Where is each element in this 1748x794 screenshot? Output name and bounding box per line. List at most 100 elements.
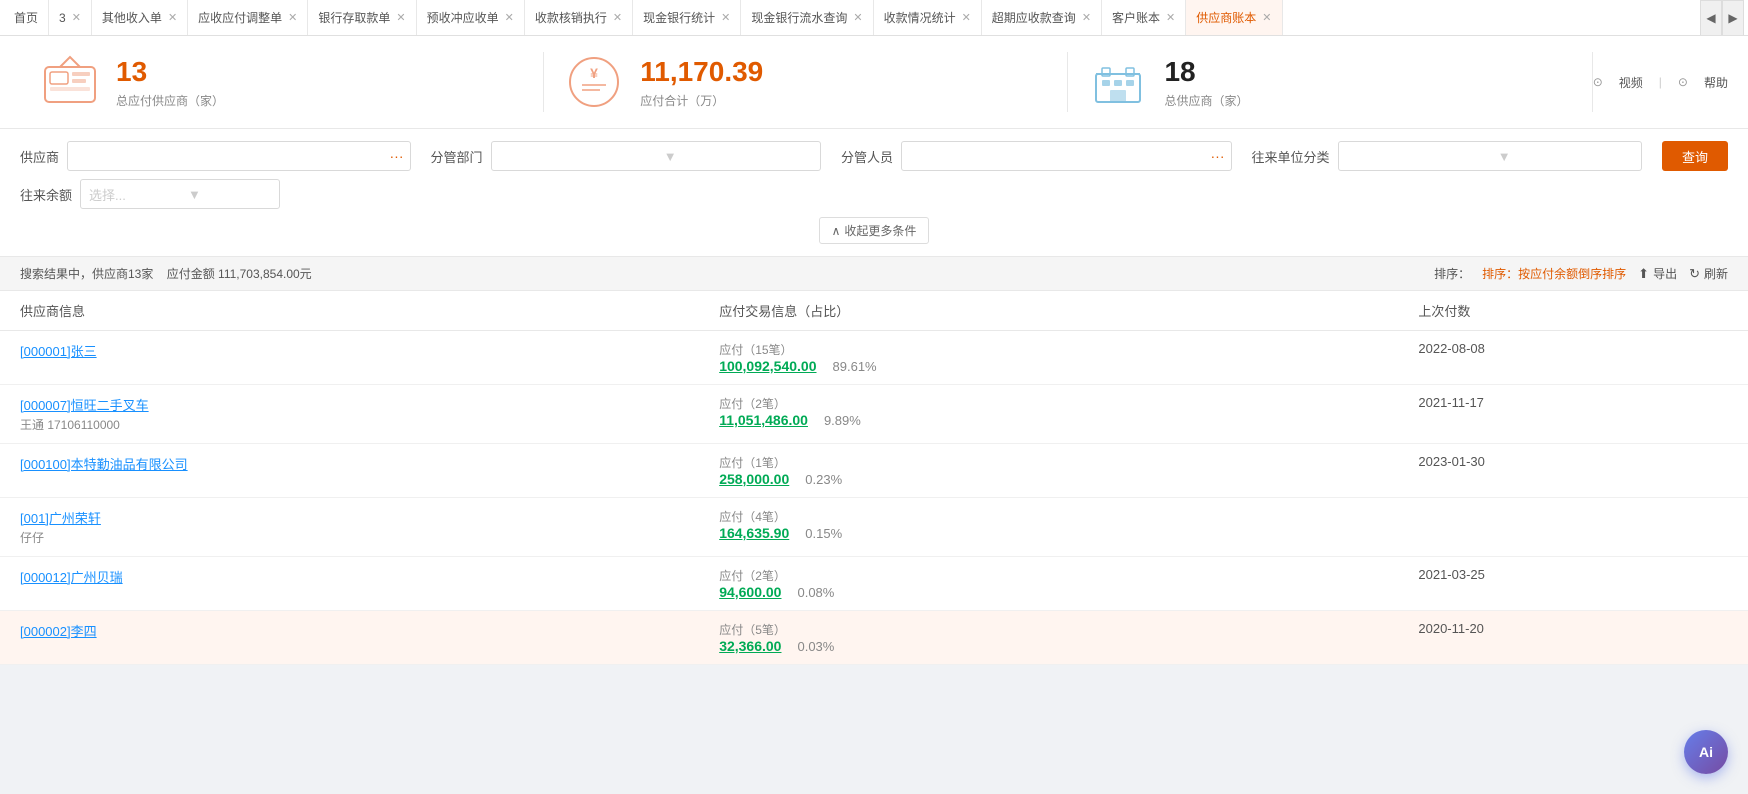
- nav-tab-receipt-stat[interactable]: 收款情况统计 ✕: [874, 0, 982, 36]
- nav-tab-receipt-stat-close[interactable]: ✕: [962, 11, 971, 24]
- nav-arrow-right[interactable]: ▶: [1722, 0, 1744, 36]
- svg-text:¥: ¥: [590, 65, 598, 81]
- col-supplier-info: 供应商信息: [0, 291, 699, 331]
- person-input-wrap[interactable]: ···: [901, 141, 1231, 171]
- nav-tab-supplier-ledger-close[interactable]: ✕: [1262, 11, 1271, 24]
- nav-tab-3-label: 3: [59, 11, 66, 25]
- nav-tab-customer-ledger[interactable]: 客户账本 ✕: [1102, 0, 1186, 36]
- nav-tab-other-income[interactable]: 其他收入单 ✕: [92, 0, 188, 36]
- person-input[interactable]: [902, 149, 1204, 164]
- nav-tab-supplier-ledger[interactable]: 供应商账本 ✕: [1186, 0, 1282, 36]
- result-info: 搜索结果中，供应商13家 应付金额 111,703,854.00元: [20, 265, 312, 282]
- filter-supplier: 供应商 ···: [20, 141, 411, 171]
- nav-tab-cash-bank-flow-close[interactable]: ✕: [853, 11, 862, 24]
- nav-tab-ar-ap-adjust[interactable]: 应收应付调整单 ✕: [188, 0, 308, 36]
- transaction-label: 应付（5笔）: [719, 621, 1378, 638]
- supplier-link[interactable]: [000001]张三: [20, 344, 97, 359]
- filter-balance: 往来余额 选择... ▼: [20, 179, 280, 209]
- sort-value[interactable]: 排序：按应付余额倒序排序: [1482, 265, 1626, 282]
- supplier-info-cell: [001]广州荣轩仔仔: [0, 498, 699, 557]
- category-select-wrap[interactable]: ▼: [1338, 141, 1642, 171]
- video-link[interactable]: 视频: [1619, 74, 1643, 91]
- nav-tab-customer-ledger-close[interactable]: ✕: [1166, 11, 1175, 24]
- nav-tab-overdue-ar[interactable]: 超期应收款查询 ✕: [982, 0, 1102, 36]
- transaction-label: 应付（1笔）: [719, 454, 1378, 471]
- nav-tab-receipt-verify-label: 收款核销执行: [535, 9, 607, 26]
- supplier-link[interactable]: [000012]广州贝瑞: [20, 570, 123, 585]
- nav-tab-bank-deposit-close[interactable]: ✕: [396, 11, 405, 24]
- sort-label: 排序：: [1434, 265, 1470, 282]
- nav-tab-cash-bank-stat-label: 现金银行统计: [643, 9, 715, 26]
- amount-link[interactable]: 11,051,486.00: [719, 412, 808, 428]
- nav-tab-3[interactable]: 3 ✕: [49, 0, 92, 36]
- nav-tab-receipt-verify[interactable]: 收款核销执行 ✕: [525, 0, 633, 36]
- transaction-info-cell: 应付（1笔）258,000.000.23%: [699, 444, 1398, 498]
- nav-tab-other-income-close[interactable]: ✕: [168, 11, 177, 24]
- supplier-icon: [40, 52, 100, 112]
- nav-tab-3-close[interactable]: ✕: [72, 11, 81, 24]
- col-transaction-info: 应付交易信息（占比）: [699, 291, 1398, 331]
- dept-filter-label: 分管部门: [431, 147, 483, 166]
- ai-button[interactable]: Ai: [1684, 730, 1728, 774]
- amount-link[interactable]: 100,092,540.00: [719, 358, 816, 374]
- refresh-icon: ↻: [1689, 266, 1700, 282]
- nav-tab-advance-ar-close[interactable]: ✕: [505, 11, 514, 24]
- supplier-dots-icon[interactable]: ···: [384, 148, 410, 164]
- nav-tab-overdue-ar-label: 超期应收款查询: [992, 9, 1076, 26]
- amount-link[interactable]: 164,635.90: [719, 525, 789, 541]
- supplier-input-wrap[interactable]: ···: [67, 141, 410, 171]
- data-table-wrap: 供应商信息 应付交易信息（占比） 上次付数 [000001]张三应付（15笔）1…: [0, 291, 1748, 665]
- nav-tab-other-income-label: 其他收入单: [102, 9, 162, 26]
- nav-tab-home[interactable]: 首页: [4, 0, 49, 36]
- nav-tab-ar-ap-adjust-close[interactable]: ✕: [288, 11, 297, 24]
- result-bar: 搜索结果中，供应商13家 应付金额 111,703,854.00元 排序： 排序…: [0, 257, 1748, 291]
- dept-select-wrap[interactable]: ▼: [491, 141, 821, 171]
- supplier-link[interactable]: [000002]李四: [20, 624, 97, 639]
- total-suppliers-label: 总供应商（家）: [1164, 92, 1248, 109]
- refresh-button[interactable]: ↻ 刷新: [1689, 265, 1728, 282]
- supplier-link[interactable]: [001]广州荣轩: [20, 511, 101, 526]
- summary-bar: 13 总应付供应商（家） ¥ 11,170.39 应付合计（万）: [0, 36, 1748, 129]
- nav-tab-overdue-ar-close[interactable]: ✕: [1082, 11, 1091, 24]
- nav-tab-bank-deposit[interactable]: 银行存取款单 ✕: [308, 0, 416, 36]
- amount-link[interactable]: 32,366.00: [719, 638, 781, 654]
- summary-content-total-suppliers: 18 总供应商（家）: [1164, 55, 1248, 110]
- nav-tab-advance-ar[interactable]: 预收冲应收单 ✕: [417, 0, 525, 36]
- percent-text: 89.61%: [833, 359, 877, 374]
- supplier-input[interactable]: [68, 149, 383, 164]
- payable-total-number: 11,170.39: [640, 55, 763, 89]
- transaction-info-cell: 应付（4笔）164,635.900.15%: [699, 498, 1398, 557]
- help-links: ⊙ 视频 | ⊙ 帮助: [1593, 74, 1728, 91]
- collapse-button[interactable]: ∧ 收起更多条件: [819, 217, 930, 244]
- amount-link[interactable]: 258,000.00: [719, 471, 789, 487]
- supplier-link[interactable]: [000007]恒旺二手叉车: [20, 398, 149, 413]
- balance-select-wrap[interactable]: 选择... ▼: [80, 179, 280, 209]
- supplier-link[interactable]: [000100]本特勤油品有限公司: [20, 457, 188, 472]
- help-link[interactable]: 帮助: [1704, 74, 1728, 91]
- query-button[interactable]: 查询: [1662, 141, 1728, 171]
- export-button[interactable]: ⬆ 导出: [1638, 265, 1677, 282]
- export-icon: ⬆: [1638, 266, 1649, 282]
- nav-tab-home-label: 首页: [14, 9, 38, 26]
- supplier-info-cell: [000012]广州贝瑞: [0, 557, 699, 611]
- filter-row-1: 供应商 ··· 分管部门 ▼ 分管人员 ··· 往来单位分类: [20, 141, 1728, 171]
- filter-dept: 分管部门 ▼: [431, 141, 822, 171]
- nav-tab-cash-bank-stat[interactable]: 现金银行统计 ✕: [633, 0, 741, 36]
- nav-tab-receipt-verify-close[interactable]: ✕: [613, 11, 622, 24]
- nav-tab-cash-bank-stat-close[interactable]: ✕: [721, 11, 730, 24]
- nav-tab-bank-deposit-label: 银行存取款单: [318, 9, 390, 26]
- nav-arrow-left[interactable]: ◀: [1700, 0, 1722, 36]
- amount-link[interactable]: 94,600.00: [719, 584, 781, 600]
- supplier-info-cell: [000007]恒旺二手叉车王通 17106110000: [0, 385, 699, 444]
- summary-content-payable-suppliers: 13 总应付供应商（家）: [116, 55, 224, 110]
- table-row: [000002]李四应付（5笔）32,366.000.03%2020-11-20: [0, 611, 1748, 665]
- total-suppliers-icon: [1088, 52, 1148, 112]
- transaction-label: 应付（15笔）: [719, 341, 1378, 358]
- supplier-sub-info: 仔仔: [20, 529, 679, 546]
- transaction-info-cell: 应付（5笔）32,366.000.03%: [699, 611, 1398, 665]
- nav-tab-cash-bank-flow[interactable]: 现金银行流水查询 ✕: [741, 0, 873, 36]
- supplier-filter-label: 供应商: [20, 147, 59, 166]
- filter-section: 供应商 ··· 分管部门 ▼ 分管人员 ··· 往来单位分类: [0, 129, 1748, 257]
- person-dots-icon[interactable]: ···: [1205, 148, 1231, 164]
- nav-tab-cash-bank-flow-label: 现金银行流水查询: [751, 9, 847, 26]
